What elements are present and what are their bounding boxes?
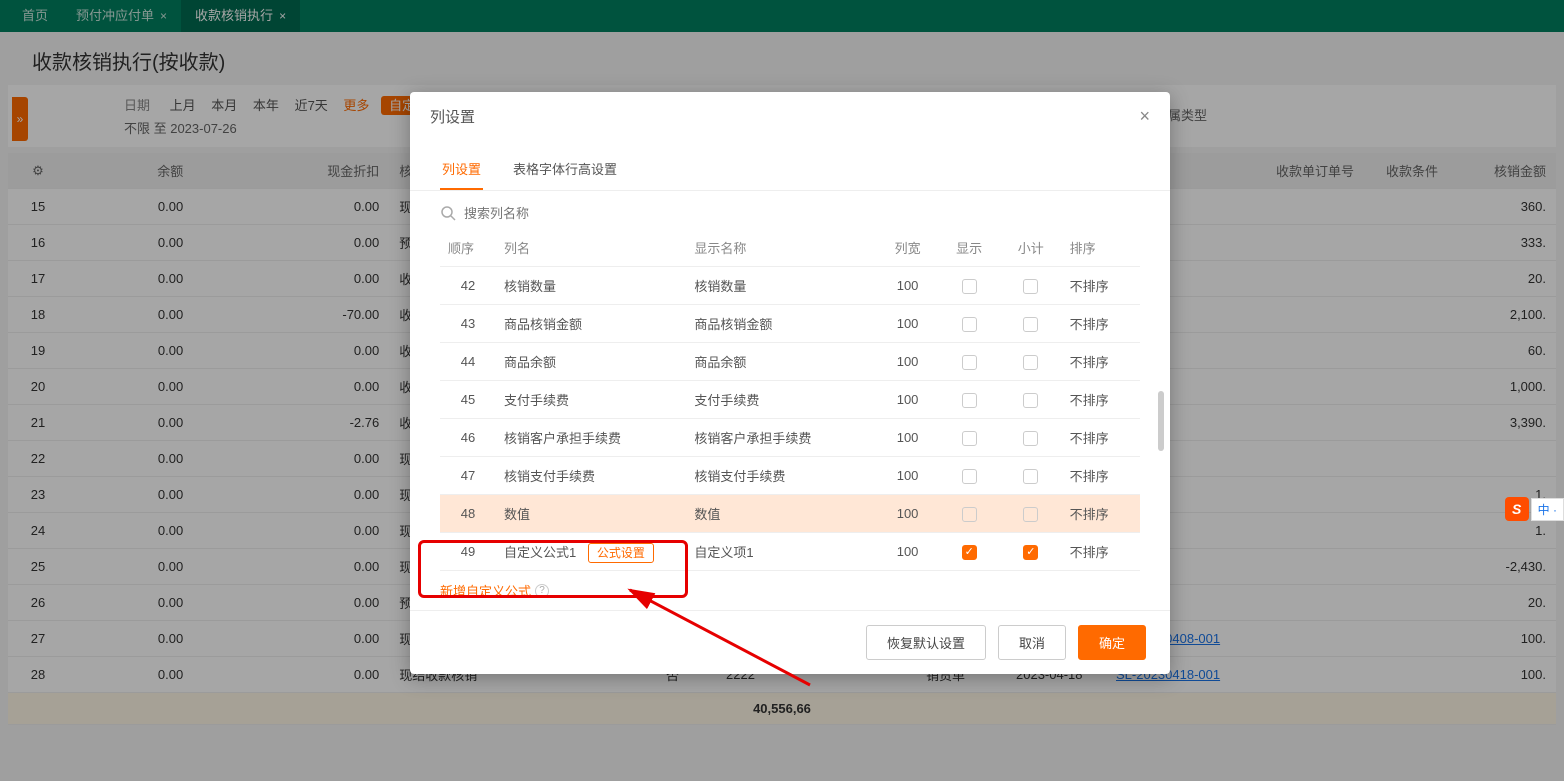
column-config-row[interactable]: 46核销客户承担手续费核销客户承担手续费100不排序 <box>440 419 1140 457</box>
cfg-display[interactable]: 核销数量 <box>686 267 876 305</box>
cfg-width[interactable]: 100 <box>877 267 939 305</box>
cfg-order: 47 <box>440 457 496 495</box>
cfg-subtotal-checkbox[interactable] <box>1000 457 1062 495</box>
formula-settings-button[interactable]: 公式设置 <box>588 543 654 563</box>
cfg-show-checkbox[interactable] <box>938 381 1000 419</box>
cfg-show-checkbox[interactable] <box>938 495 1000 533</box>
cfg-name: 自定义公式1 公式设置 <box>496 533 686 571</box>
search-input[interactable] <box>464 206 1140 221</box>
cfg-order: 46 <box>440 419 496 457</box>
add-custom-formula[interactable]: 新增自定义公式? <box>410 571 1170 610</box>
cfg-name: 商品余额 <box>496 343 686 381</box>
cfg-width[interactable]: 100 <box>877 381 939 419</box>
cfg-sort[interactable]: 不排序 <box>1062 419 1140 457</box>
cfg-subtotal-checkbox[interactable] <box>1000 343 1062 381</box>
column-config-row[interactable]: 42核销数量核销数量100不排序 <box>440 267 1140 305</box>
column-config-table: 顺序 列名 显示名称 列宽 显示 小计 排序 42核销数量核销数量100不排序4… <box>440 229 1140 571</box>
cfg-display[interactable]: 自定义项1 <box>686 533 876 571</box>
cfg-subtotal-checkbox[interactable] <box>1000 419 1062 457</box>
ime-logo-icon: S <box>1505 497 1529 521</box>
cfg-order: 44 <box>440 343 496 381</box>
cfg-order: 42 <box>440 267 496 305</box>
cfg-show-checkbox[interactable] <box>938 267 1000 305</box>
cfg-width[interactable]: 100 <box>877 533 939 571</box>
cfg-sort[interactable]: 不排序 <box>1062 495 1140 533</box>
ok-button[interactable]: 确定 <box>1078 625 1146 660</box>
cfg-sort[interactable]: 不排序 <box>1062 533 1140 571</box>
cfg-width[interactable]: 100 <box>877 495 939 533</box>
cfg-name: 核销数量 <box>496 267 686 305</box>
cfg-width[interactable]: 100 <box>877 305 939 343</box>
close-icon[interactable]: × <box>1139 106 1150 127</box>
cfg-show-checkbox[interactable] <box>938 457 1000 495</box>
cfg-order: 45 <box>440 381 496 419</box>
cfg-sort[interactable]: 不排序 <box>1062 343 1140 381</box>
cfg-show-checkbox[interactable] <box>938 343 1000 381</box>
hdr-subtotal: 小计 <box>1000 229 1062 267</box>
reset-button[interactable]: 恢复默认设置 <box>866 625 986 660</box>
help-icon[interactable]: ? <box>535 584 549 598</box>
cfg-name: 支付手续费 <box>496 381 686 419</box>
modal-title: 列设置 <box>430 106 475 127</box>
hdr-show: 显示 <box>938 229 1000 267</box>
column-settings-modal: 列设置 × 列设置 表格字体行高设置 顺序 列名 显示名称 列宽 显示 小计 排… <box>410 92 1170 674</box>
cfg-show-checkbox[interactable] <box>938 305 1000 343</box>
hdr-sort: 排序 <box>1062 229 1140 267</box>
cancel-button[interactable]: 取消 <box>998 625 1066 660</box>
cfg-display[interactable]: 数值 <box>686 495 876 533</box>
cfg-sort[interactable]: 不排序 <box>1062 381 1140 419</box>
ime-lang[interactable]: 中 · <box>1531 498 1564 521</box>
cfg-display[interactable]: 商品余额 <box>686 343 876 381</box>
search-icon <box>440 205 456 221</box>
cfg-sort[interactable]: 不排序 <box>1062 267 1140 305</box>
column-config-row[interactable]: 43商品核销金额商品核销金额100不排序 <box>440 305 1140 343</box>
scrollbar[interactable] <box>1158 391 1164 451</box>
ime-indicator: S 中 · <box>1505 497 1564 521</box>
cfg-subtotal-checkbox[interactable] <box>1000 533 1062 571</box>
hdr-order: 顺序 <box>440 229 496 267</box>
tab-column-settings[interactable]: 列设置 <box>440 149 483 190</box>
cfg-width[interactable]: 100 <box>877 419 939 457</box>
cfg-display[interactable]: 核销客户承担手续费 <box>686 419 876 457</box>
column-config-row[interactable]: 44商品余额商品余额100不排序 <box>440 343 1140 381</box>
cfg-show-checkbox[interactable] <box>938 533 1000 571</box>
cfg-subtotal-checkbox[interactable] <box>1000 381 1062 419</box>
column-config-row[interactable]: 45支付手续费支付手续费100不排序 <box>440 381 1140 419</box>
cfg-subtotal-checkbox[interactable] <box>1000 267 1062 305</box>
cfg-display[interactable]: 支付手续费 <box>686 381 876 419</box>
cfg-sort[interactable]: 不排序 <box>1062 305 1140 343</box>
cfg-subtotal-checkbox[interactable] <box>1000 305 1062 343</box>
cfg-show-checkbox[interactable] <box>938 419 1000 457</box>
cfg-name: 核销客户承担手续费 <box>496 419 686 457</box>
hdr-display: 显示名称 <box>686 229 876 267</box>
column-config-row[interactable]: 47核销支付手续费核销支付手续费100不排序 <box>440 457 1140 495</box>
cfg-name: 核销支付手续费 <box>496 457 686 495</box>
cfg-display[interactable]: 核销支付手续费 <box>686 457 876 495</box>
cfg-width[interactable]: 100 <box>877 457 939 495</box>
cfg-name: 商品核销金额 <box>496 305 686 343</box>
cfg-subtotal-checkbox[interactable] <box>1000 495 1062 533</box>
cfg-width[interactable]: 100 <box>877 343 939 381</box>
cfg-order: 48 <box>440 495 496 533</box>
hdr-name: 列名 <box>496 229 686 267</box>
cfg-display[interactable]: 商品核销金额 <box>686 305 876 343</box>
tab-font-settings[interactable]: 表格字体行高设置 <box>511 149 619 190</box>
hdr-width: 列宽 <box>877 229 939 267</box>
cfg-order: 43 <box>440 305 496 343</box>
cfg-sort[interactable]: 不排序 <box>1062 457 1140 495</box>
column-config-row[interactable]: 49自定义公式1 公式设置自定义项1100 不排序 <box>440 533 1140 571</box>
cfg-name: 数值 <box>496 495 686 533</box>
column-config-row[interactable]: 48数值数值100不排序 <box>440 495 1140 533</box>
cfg-order: 49 <box>440 533 496 571</box>
